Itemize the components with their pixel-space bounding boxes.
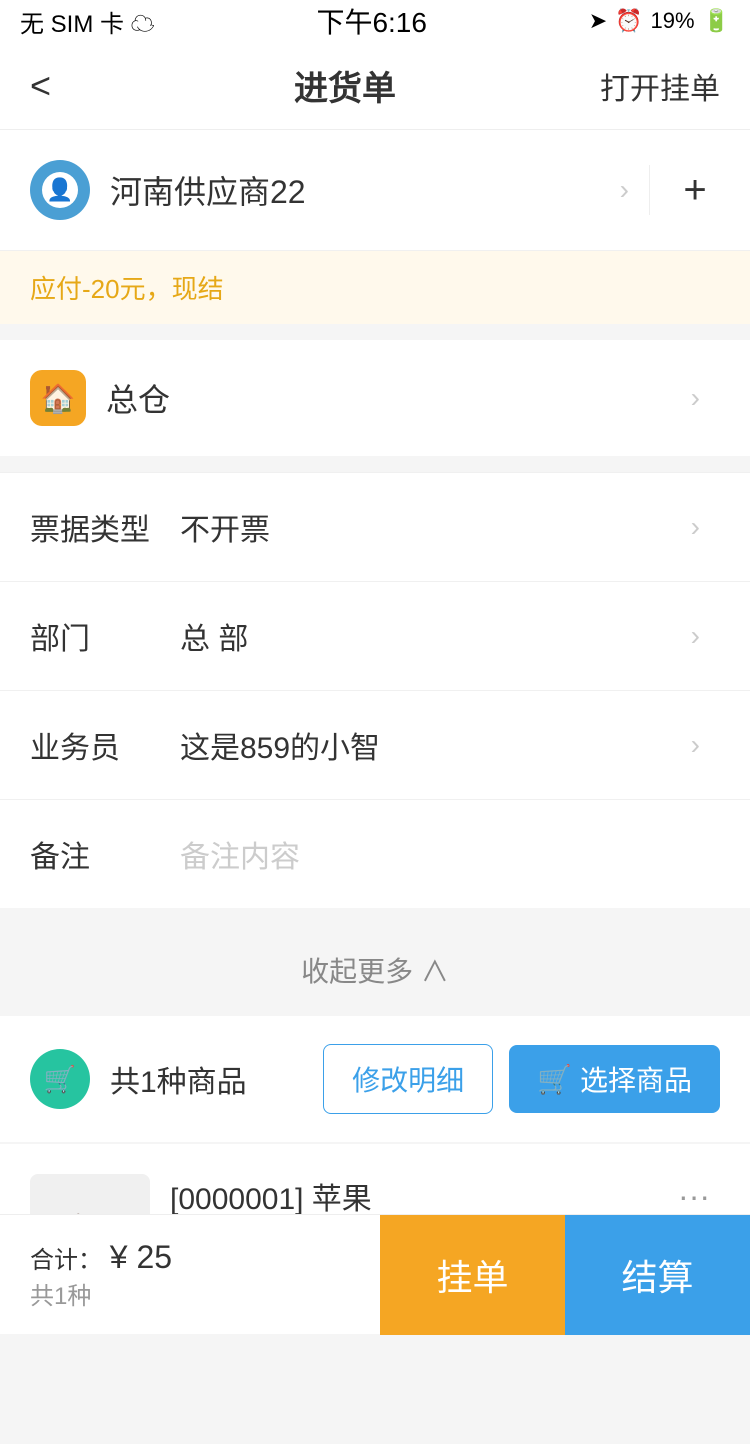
- status-time: 下午6:16: [316, 1, 427, 41]
- page-title: 进货单: [294, 61, 396, 110]
- total-amount: ¥ 25: [110, 1239, 172, 1275]
- battery-icon: 🔋: [703, 8, 730, 34]
- salesperson-value: 这是859的小智: [160, 723, 691, 767]
- add-supplier-button[interactable]: +: [670, 168, 720, 213]
- total-section: 合计： ¥ 25 共1种: [0, 1239, 380, 1311]
- product-more-button[interactable]: ···: [668, 1174, 720, 1219]
- person-icon: 👤: [42, 172, 78, 208]
- product-bag-icon: 🛒: [30, 1049, 90, 1109]
- supplier-alert: 应付-20元，现结: [0, 251, 750, 324]
- select-product-button[interactable]: 🛒 选择商品: [509, 1045, 720, 1113]
- cart-icon: 🛒: [537, 1063, 572, 1096]
- select-product-label: 选择商品: [580, 1059, 692, 1099]
- remark-label: 备注: [30, 832, 160, 876]
- status-left: 无 SIM 卡 ☁: [20, 4, 155, 39]
- warehouse-name: 总仓: [106, 375, 691, 421]
- warehouse-section: 🏠 总仓 ›: [0, 340, 750, 456]
- chevron-right-icon: ›: [691, 511, 700, 543]
- collapse-button[interactable]: 收起更多 ∧: [0, 924, 750, 1016]
- product-header: 🛒 共1种商品 修改明细 🛒 选择商品: [0, 1016, 750, 1142]
- battery-level: 19%: [651, 8, 695, 34]
- checkout-button[interactable]: 结算: [565, 1215, 750, 1335]
- supplier-section: 👤 河南供应商22 › + 应付-20元，现结: [0, 130, 750, 324]
- department-value: 总 部: [160, 614, 691, 658]
- remark-input[interactable]: 备注内容: [160, 832, 720, 876]
- ticket-type-value: 不开票: [160, 505, 691, 549]
- warehouse-icon: 🏠: [30, 370, 86, 426]
- chevron-right-icon: ›: [620, 174, 629, 206]
- status-right: ➤ ⏰ 19% 🔋: [589, 8, 730, 34]
- total-label: 合计：: [30, 1247, 102, 1274]
- back-button[interactable]: <: [30, 65, 90, 107]
- alarm-icon: ⏰: [615, 8, 642, 34]
- supplier-row[interactable]: 👤 河南供应商22 › +: [0, 130, 750, 251]
- nav-bar: < 进货单 打开挂单: [0, 42, 750, 130]
- salesperson-label: 业务员: [30, 723, 160, 767]
- avatar: 👤: [30, 160, 90, 220]
- supplier-name: 河南供应商22: [110, 167, 620, 213]
- total-row: 合计： ¥ 25: [30, 1239, 350, 1276]
- sim-status: 无 SIM 卡 ☁: [20, 4, 155, 39]
- chevron-right-icon: ›: [691, 382, 700, 414]
- salesperson-row[interactable]: 业务员 这是859的小智 ›: [0, 690, 750, 799]
- bottom-bar: 合计： ¥ 25 共1种 挂单 结算: [0, 1214, 750, 1334]
- department-label: 部门: [30, 614, 160, 658]
- ticket-type-row[interactable]: 票据类型 不开票 ›: [0, 472, 750, 581]
- warehouse-row[interactable]: 🏠 总仓 ›: [0, 340, 750, 456]
- open-hold-button[interactable]: 打开挂单: [600, 64, 720, 108]
- product-name: [0000001] 苹果: [170, 1174, 648, 1218]
- divider: [649, 165, 650, 215]
- total-count: 共1种: [30, 1276, 350, 1311]
- hold-button[interactable]: 挂单: [380, 1215, 565, 1335]
- location-icon: ➤: [589, 8, 607, 34]
- remark-row[interactable]: 备注 备注内容: [0, 799, 750, 908]
- edit-detail-button[interactable]: 修改明细: [323, 1044, 493, 1114]
- status-bar: 无 SIM 卡 ☁ 下午6:16 ➤ ⏰ 19% 🔋: [0, 0, 750, 42]
- product-count: 共1种商品: [110, 1057, 323, 1101]
- department-row[interactable]: 部门 总 部 ›: [0, 581, 750, 690]
- chevron-right-icon: ›: [691, 620, 700, 652]
- form-section: 票据类型 不开票 › 部门 总 部 › 业务员 这是859的小智 › 备注 备注…: [0, 472, 750, 908]
- ticket-type-label: 票据类型: [30, 505, 160, 549]
- chevron-right-icon: ›: [691, 729, 700, 761]
